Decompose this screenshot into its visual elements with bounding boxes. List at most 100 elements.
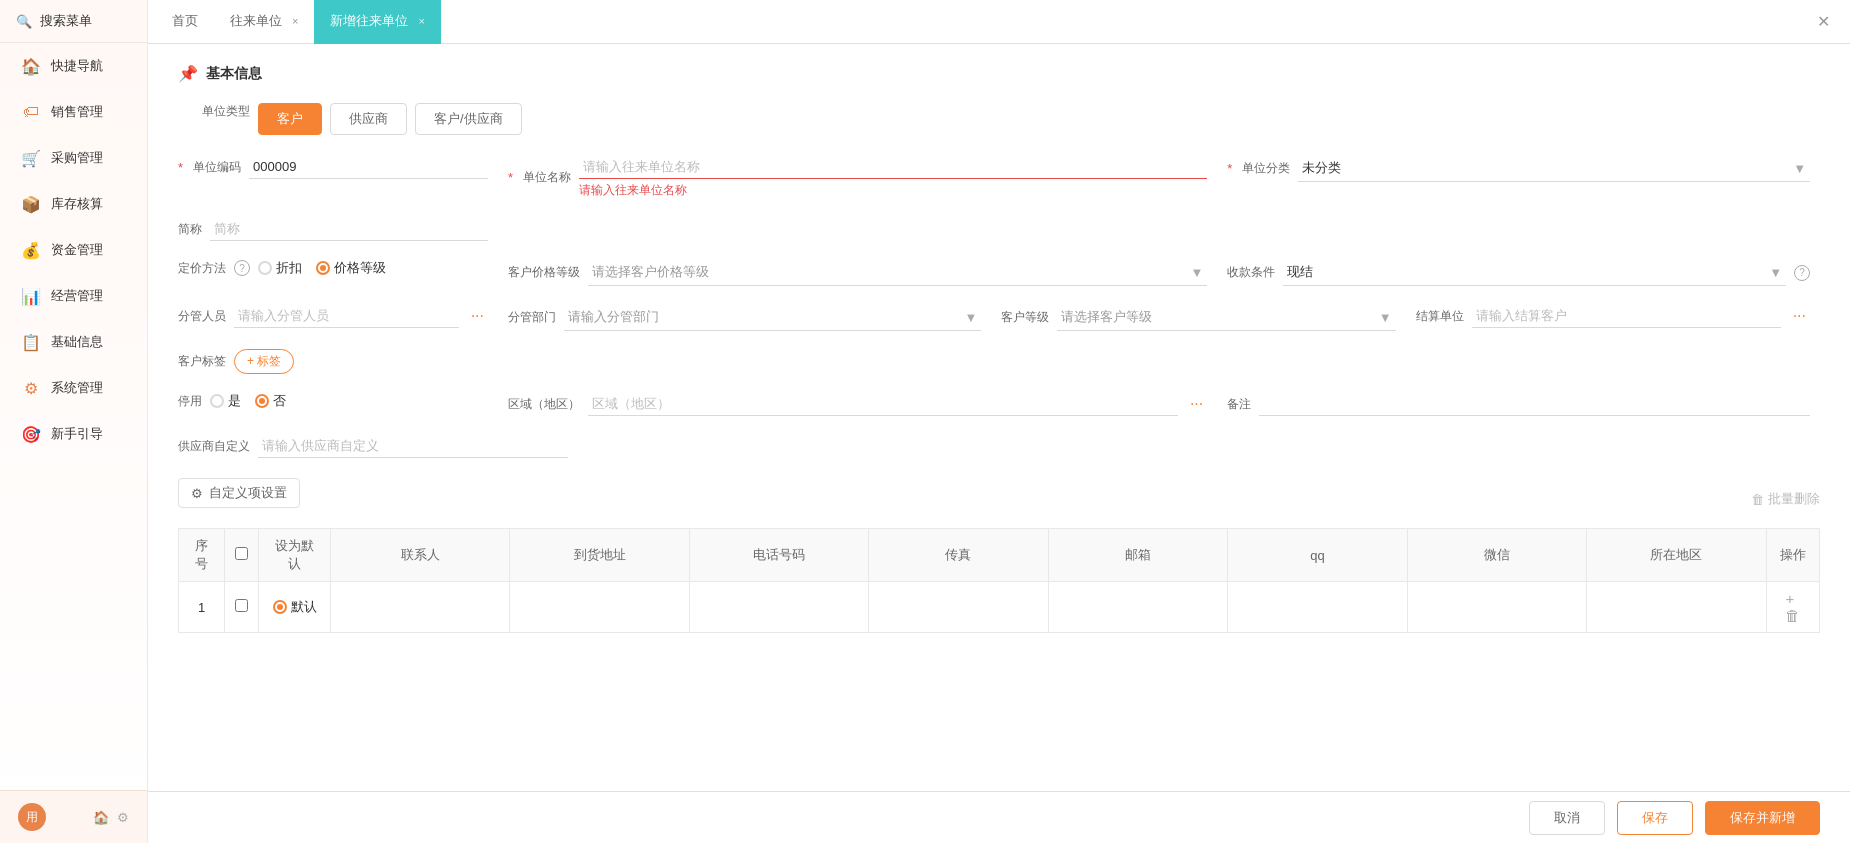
type-btn-both[interactable]: 客户/供应商 bbox=[415, 103, 522, 135]
payment-terms-select[interactable]: 现结 ▼ bbox=[1283, 259, 1786, 286]
unit-name-input[interactable] bbox=[579, 155, 1207, 179]
row-contact[interactable] bbox=[330, 582, 509, 633]
row-delete-icon[interactable]: 🗑 bbox=[1785, 607, 1800, 624]
th-address: 到货地址 bbox=[510, 529, 689, 582]
sidebar-item-system[interactable]: ⚙ 系统管理 bbox=[0, 365, 147, 411]
batch-delete-icon: 🗑 bbox=[1751, 492, 1764, 507]
row-region[interactable] bbox=[1587, 582, 1766, 633]
sidebar-item-sales-label: 销售管理 bbox=[51, 103, 103, 121]
sidebar-search[interactable]: 🔍 搜索菜单 bbox=[0, 0, 147, 43]
pricing-discount-option[interactable]: 折扣 bbox=[258, 259, 302, 277]
sidebar-item-sales[interactable]: 🏷 销售管理 bbox=[0, 89, 147, 135]
tab-home[interactable]: 首页 bbox=[156, 0, 214, 44]
disabled-yes-option[interactable]: 是 bbox=[210, 392, 241, 410]
disabled-no-radio[interactable] bbox=[255, 394, 269, 408]
save-button[interactable]: 保存 bbox=[1617, 801, 1693, 835]
tab-partners[interactable]: 往来单位 × bbox=[214, 0, 314, 44]
remark-input[interactable] bbox=[1259, 392, 1810, 416]
short-name-input[interactable] bbox=[210, 217, 488, 241]
operation-icon: 📊 bbox=[21, 286, 41, 306]
row-checkbox[interactable] bbox=[235, 599, 248, 612]
row-default-radio-option[interactable]: 默认 bbox=[269, 598, 320, 616]
settlement-input[interactable] bbox=[1472, 304, 1781, 328]
select-all-checkbox[interactable] bbox=[235, 547, 248, 560]
row-phone-input[interactable] bbox=[700, 600, 858, 615]
add-tag-button[interactable]: + 标签 bbox=[234, 349, 294, 374]
disabled-yes-radio[interactable] bbox=[210, 394, 224, 408]
required-star-name: * bbox=[508, 170, 513, 185]
type-btn-customer[interactable]: 客户 bbox=[258, 103, 322, 135]
unit-code-input[interactable] bbox=[249, 155, 488, 179]
sidebar-item-basic[interactable]: 📋 基础信息 bbox=[0, 319, 147, 365]
row-wechat[interactable] bbox=[1407, 582, 1586, 633]
row-fax-input[interactable] bbox=[879, 600, 1037, 615]
home-bottom-icon[interactable]: 🏠 bbox=[93, 810, 109, 825]
type-btn-supplier[interactable]: 供应商 bbox=[330, 103, 407, 135]
disabled-no-option[interactable]: 否 bbox=[255, 392, 286, 410]
pricing-level-radio[interactable] bbox=[316, 261, 330, 275]
row-wechat-input[interactable] bbox=[1418, 600, 1576, 615]
row-email-input[interactable] bbox=[1059, 600, 1217, 615]
settings-bottom-icon[interactable]: ⚙ bbox=[117, 810, 129, 825]
batch-delete-btn[interactable]: 🗑 批量删除 bbox=[1751, 490, 1820, 508]
row-checkbox-cell bbox=[225, 582, 259, 633]
row-address[interactable] bbox=[510, 582, 689, 633]
inventory-icon: 📦 bbox=[21, 194, 41, 214]
customer-price-placeholder: 请选择客户价格等级 bbox=[592, 263, 1186, 281]
tab-bar: 首页 往来单位 × 新增往来单位 × ✕ bbox=[148, 0, 1850, 44]
sales-icon: 🏷 bbox=[21, 102, 41, 122]
sidebar-item-guide[interactable]: 🎯 新手引导 bbox=[0, 411, 147, 457]
sidebar-item-nav-label: 快捷导航 bbox=[51, 57, 103, 75]
row-add-icon[interactable]: + bbox=[1785, 590, 1794, 607]
pricing-discount-label: 折扣 bbox=[276, 259, 302, 277]
row-default-label: 默认 bbox=[291, 598, 317, 616]
th-fax: 传真 bbox=[869, 529, 1048, 582]
unit-category-select[interactable]: 未分类 ▼ bbox=[1298, 155, 1810, 182]
row-fax[interactable] bbox=[869, 582, 1048, 633]
manager-more-icon[interactable]: ··· bbox=[467, 307, 488, 325]
pricing-level-option[interactable]: 价格等级 bbox=[316, 259, 386, 277]
pricing-row: 定价方法 ? 折扣 价格等级 客户价格等级 请选择客户价格等级 bbox=[178, 259, 1820, 286]
table-section: ⚙ 自定义项设置 🗑 批量删除 序号 设为默认 联系人 到货地址 电话 bbox=[178, 478, 1820, 633]
custom-settings-button[interactable]: ⚙ 自定义项设置 bbox=[178, 478, 300, 508]
row-qq-input[interactable] bbox=[1238, 600, 1397, 615]
row-address-input[interactable] bbox=[520, 600, 678, 615]
tab-new-partner-label: 新增往来单位 bbox=[330, 12, 408, 30]
row-region-input[interactable] bbox=[1597, 600, 1755, 615]
save-new-button[interactable]: 保存并新增 bbox=[1705, 801, 1820, 835]
tab-new-partner-close[interactable]: × bbox=[418, 15, 424, 27]
tab-home-label: 首页 bbox=[172, 12, 198, 30]
department-select[interactable]: 请输入分管部门 ▼ bbox=[564, 304, 981, 331]
sidebar-item-nav[interactable]: 🏠 快捷导航 bbox=[0, 43, 147, 89]
tab-partners-close[interactable]: × bbox=[292, 15, 298, 27]
supplier-custom-input[interactable] bbox=[258, 434, 568, 458]
pricing-discount-radio[interactable] bbox=[258, 261, 272, 275]
unit-code-col: * 单位编码 bbox=[178, 155, 498, 179]
customer-price-select[interactable]: 请选择客户价格等级 ▼ bbox=[588, 259, 1207, 286]
customer-level-select[interactable]: 请选择客户等级 ▼ bbox=[1057, 304, 1395, 331]
tab-partners-label: 往来单位 bbox=[230, 12, 282, 30]
pricing-question-icon[interactable]: ? bbox=[234, 260, 250, 276]
manager-input[interactable] bbox=[234, 304, 459, 328]
sidebar-item-inventory[interactable]: 📦 库存核算 bbox=[0, 181, 147, 227]
payment-question-icon[interactable]: ? bbox=[1794, 265, 1810, 281]
payment-terms-arrow-icon: ▼ bbox=[1769, 265, 1782, 280]
row-contact-input[interactable] bbox=[341, 600, 499, 615]
tab-new-partner[interactable]: 新增往来单位 × bbox=[314, 0, 440, 44]
sidebar-item-purchase[interactable]: 🛒 采购管理 bbox=[0, 135, 147, 181]
section-icon: 📌 bbox=[178, 64, 198, 83]
region-more-icon[interactable]: ··· bbox=[1186, 395, 1207, 413]
row-phone[interactable] bbox=[689, 582, 868, 633]
sidebar-item-operation[interactable]: 📊 经营管理 bbox=[0, 273, 147, 319]
region-input[interactable] bbox=[588, 392, 1178, 416]
purchase-icon: 🛒 bbox=[21, 148, 41, 168]
row-default-radio[interactable] bbox=[273, 600, 287, 614]
tab-close-all[interactable]: ✕ bbox=[1805, 12, 1842, 31]
row-qq[interactable] bbox=[1228, 582, 1408, 633]
row-email[interactable] bbox=[1048, 582, 1227, 633]
pricing-method-col: 定价方法 ? 折扣 价格等级 bbox=[178, 259, 498, 277]
cancel-button[interactable]: 取消 bbox=[1529, 801, 1605, 835]
settlement-more-icon[interactable]: ··· bbox=[1789, 307, 1810, 325]
bottom-bar: 取消 保存 保存并新增 bbox=[148, 791, 1850, 843]
sidebar-item-finance[interactable]: 💰 资金管理 bbox=[0, 227, 147, 273]
